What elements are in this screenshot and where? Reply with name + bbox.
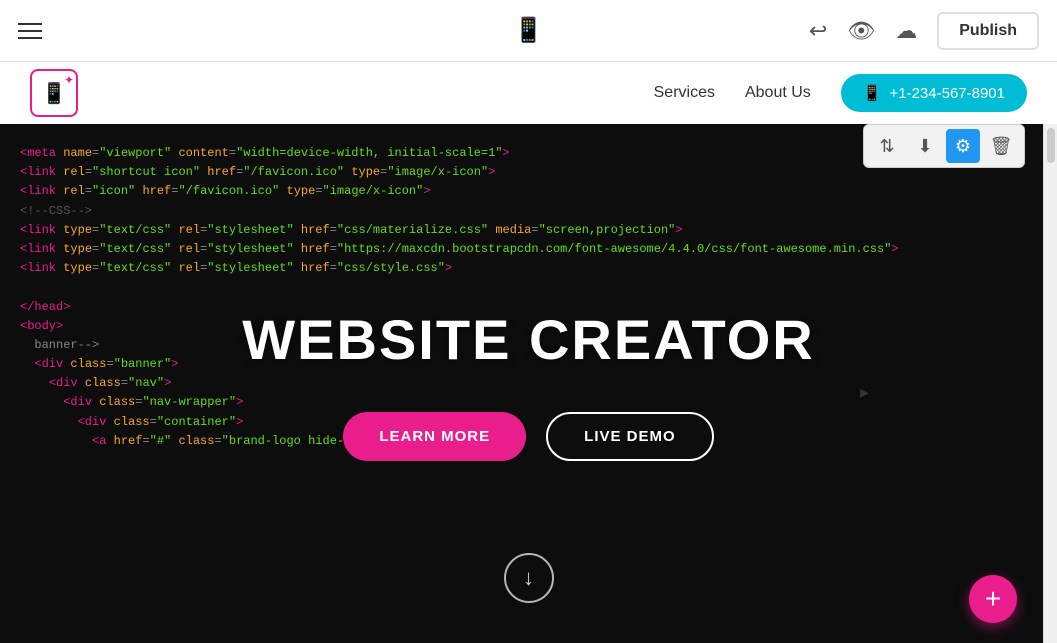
site-nav: Services About Us 📱 +1-234-567-8901 bbox=[654, 74, 1027, 112]
publish-label: Publish bbox=[959, 22, 1017, 40]
scroll-down-button[interactable]: ↓ bbox=[504, 553, 554, 603]
canvas: 📱 ✦ Services About Us 📱 +1-234-567-8901 … bbox=[0, 62, 1057, 643]
code-line: <link type="text/css" rel="stylesheet" h… bbox=[20, 259, 1037, 278]
hero-content: WEBSITE CREATOR LEARN MORE LIVE DEMO bbox=[242, 307, 814, 461]
publish-button[interactable]: Publish bbox=[937, 12, 1039, 50]
site-navbar: 📱 ✦ Services About Us 📱 +1-234-567-8901 bbox=[0, 62, 1057, 124]
toolbar-center: 📱 bbox=[514, 16, 544, 45]
code-line: <!--CSS--> bbox=[20, 202, 1037, 221]
logo-sun-icon: ✦ bbox=[64, 73, 74, 87]
nav-about[interactable]: About Us bbox=[745, 84, 811, 102]
logo-icon: 📱 ✦ bbox=[30, 69, 78, 117]
nav-services[interactable]: Services bbox=[654, 84, 715, 102]
canvas-toolbar: ⇅ ⬇ ⚙ 🗑 bbox=[863, 124, 1025, 168]
live-demo-button[interactable]: LIVE DEMO bbox=[546, 412, 714, 461]
mobile-preview-icon[interactable]: 📱 bbox=[514, 16, 544, 45]
preview-area: 📱 ✦ Services About Us 📱 +1-234-567-8901 … bbox=[0, 62, 1057, 643]
add-section-button[interactable]: + bbox=[969, 575, 1017, 623]
delete-tool-button[interactable]: 🗑 bbox=[984, 129, 1018, 163]
settings-tool-button[interactable]: ⚙ bbox=[946, 129, 980, 163]
cta-phone-button[interactable]: 📱 +1-234-567-8901 bbox=[841, 74, 1027, 112]
top-toolbar: 📱 ↩ 👁 ☁ Publish bbox=[0, 0, 1057, 62]
download-tool-button[interactable]: ⬇ bbox=[908, 129, 942, 163]
site-logo: 📱 ✦ bbox=[30, 69, 78, 117]
scrollbar[interactable] bbox=[1043, 124, 1057, 643]
scrollbar-thumb[interactable] bbox=[1047, 128, 1055, 163]
undo-button[interactable]: ↩ bbox=[809, 18, 827, 44]
toolbar-left bbox=[18, 23, 42, 39]
cloud-icon: ☁ bbox=[895, 18, 917, 44]
code-line: <link type="text/css" rel="stylesheet" h… bbox=[20, 240, 1037, 259]
move-tool-button[interactable]: ⇅ bbox=[870, 129, 904, 163]
phone-icon: 📱 bbox=[863, 84, 882, 102]
hamburger-menu[interactable] bbox=[18, 23, 42, 39]
toolbar-right: ↩ 👁 ☁ Publish bbox=[809, 12, 1039, 50]
logo-phone-icon: 📱 bbox=[42, 81, 67, 106]
hero-buttons: LEARN MORE LIVE DEMO bbox=[242, 412, 814, 461]
site-hero: <meta name="viewport" content="width=dev… bbox=[0, 124, 1057, 643]
code-line bbox=[20, 278, 1037, 297]
hero-title: WEBSITE CREATOR bbox=[242, 307, 814, 372]
code-line: <link rel="icon" href="/favicon.ico" typ… bbox=[20, 182, 1037, 201]
code-line: <link type="text/css" rel="stylesheet" h… bbox=[20, 221, 1037, 240]
preview-button[interactable]: 👁 bbox=[847, 18, 875, 44]
cta-phone-number: +1-234-567-8901 bbox=[889, 85, 1005, 102]
learn-more-button[interactable]: LEARN MORE bbox=[343, 412, 526, 461]
